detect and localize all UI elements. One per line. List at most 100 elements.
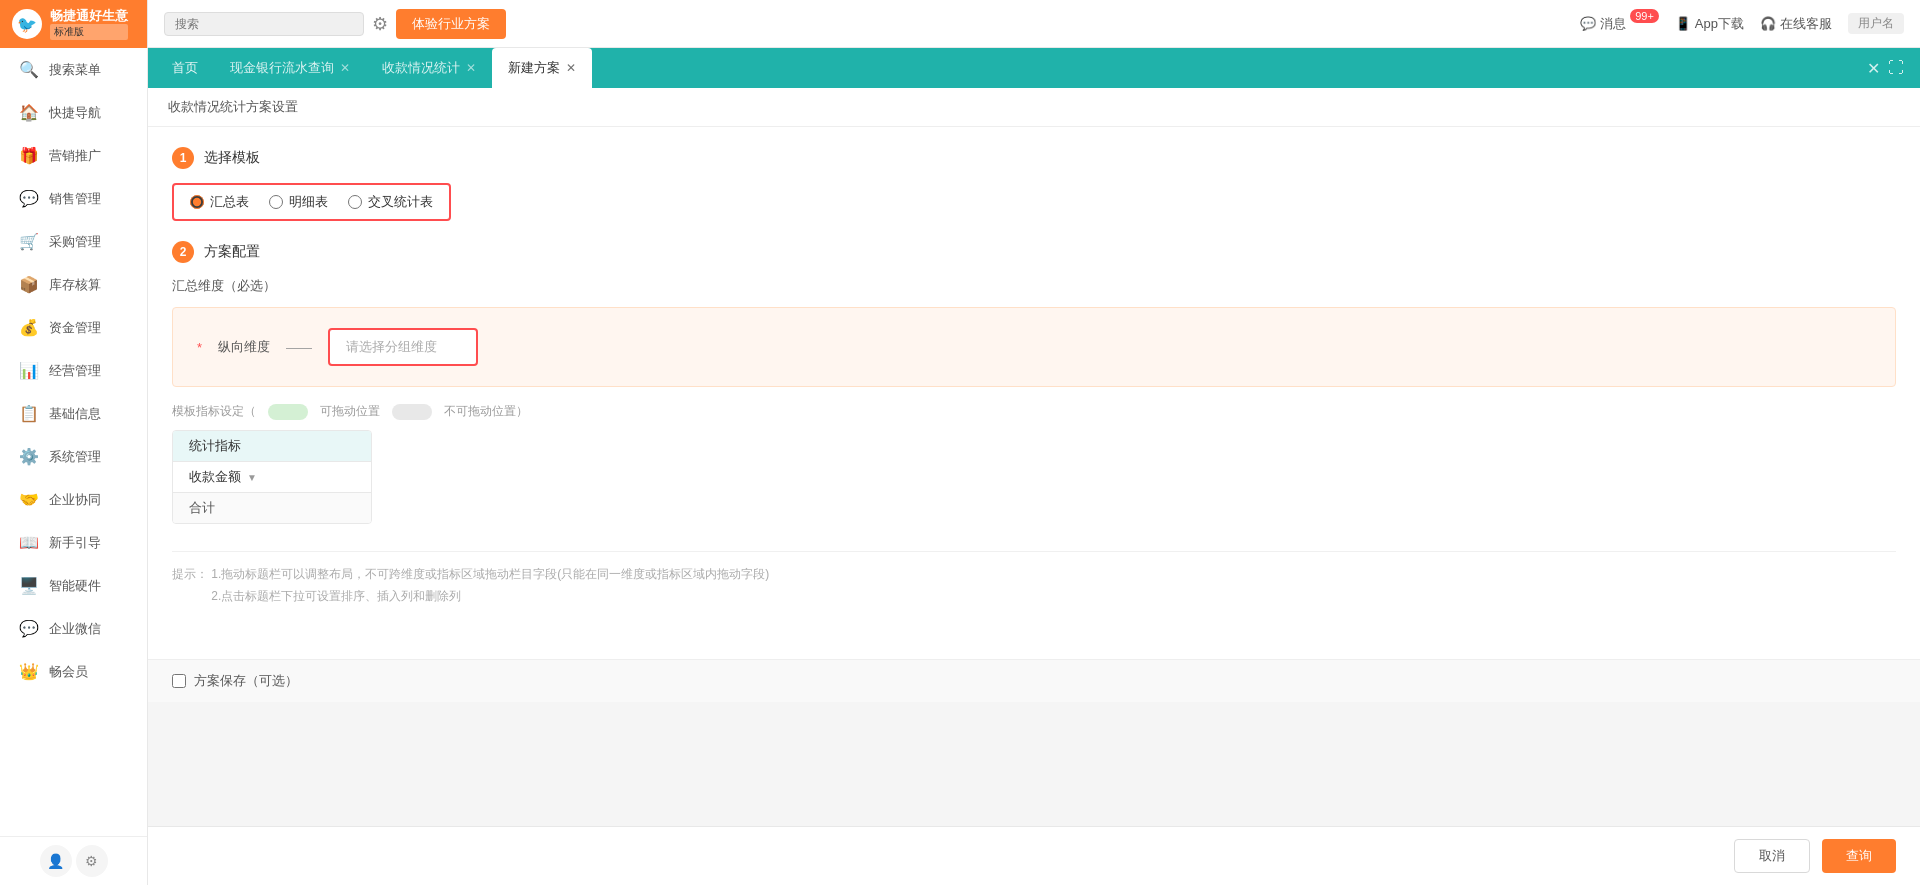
metrics-config-label: 模板指标设定（ [172, 403, 256, 420]
trial-button[interactable]: 体验行业方案 [396, 9, 506, 39]
radio-cross[interactable]: 交叉统计表 [348, 193, 433, 211]
step1-number: 1 [172, 147, 194, 169]
logo-title: 畅捷通好生意 [50, 8, 128, 24]
vip-member-icon: 👑 [19, 662, 39, 681]
radio-summary-label: 汇总表 [210, 193, 249, 211]
dimension-row: * 纵向维度 —— 请选择分组维度 [197, 328, 1871, 366]
sidebar-item-beginner-guide[interactable]: 📖 新手引导 [0, 521, 147, 564]
online-service-action[interactable]: 🎧 在线客服 [1760, 15, 1832, 33]
hint-text-1: 提示： 1.拖动标题栏可以调整布局，不可跨维度或指标区域拖动栏目字段(只能在同一… [172, 564, 1896, 586]
logo-text-area: 畅捷通好生意 标准版 [50, 8, 128, 40]
sidebar-item-label: 新手引导 [49, 534, 101, 552]
step2-header: 2 方案配置 [172, 241, 1896, 263]
hint-content-2: 2.点击标题栏下拉可设置排序、插入列和删除列 [211, 589, 461, 603]
metrics-row-collection: 收款金额 ▼ [173, 461, 371, 492]
tab-bank-flow-label: 现金银行流水查询 [230, 59, 334, 77]
app-download-icon: 📱 [1675, 16, 1691, 31]
sidebar-item-inventory[interactable]: 📦 库存核算 [0, 263, 147, 306]
beginner-guide-icon: 📖 [19, 533, 39, 552]
form-card: 1 选择模板 汇总表 明细表 [148, 127, 1920, 659]
radio-summary-input[interactable] [190, 195, 204, 209]
tab-collection-stats-close[interactable]: ✕ [466, 61, 476, 75]
radio-detail-input[interactable] [269, 195, 283, 209]
tab-new-plan-close[interactable]: ✕ [566, 61, 576, 75]
step2-title: 方案配置 [204, 243, 260, 261]
dimension-select-placeholder: 请选择分组维度 [346, 339, 437, 354]
step1-title: 选择模板 [204, 149, 260, 167]
cancel-button[interactable]: 取消 [1734, 839, 1810, 873]
chevron-down-icon[interactable]: ▼ [247, 472, 257, 483]
vertical-dimension-label: 纵向维度 [218, 338, 270, 356]
tab-bar: 首页 现金银行流水查询 ✕ 收款情况统计 ✕ 新建方案 ✕ ✕ ⛶ [148, 48, 1920, 88]
finance-icon: 💰 [19, 318, 39, 337]
draggable-hint: 模板指标设定（ 可拖动位置 不可拖动位置） [172, 403, 1896, 420]
app-download-action[interactable]: 📱 App下载 [1675, 15, 1744, 33]
sidebar-item-sales[interactable]: 💬 销售管理 [0, 177, 147, 220]
sidebar-item-quick-nav[interactable]: 🏠 快捷导航 [0, 91, 147, 134]
tab-home-label: 首页 [172, 59, 198, 77]
sidebar-footer: 👤 ⚙ [0, 836, 147, 885]
non-draggable-indicator [392, 404, 432, 420]
page-content: 收款情况统计方案设置 1 选择模板 汇总表 [148, 88, 1920, 826]
sidebar-item-enterprise-wechat[interactable]: 💬 企业微信 [0, 607, 147, 650]
search-menu-icon: 🔍 [19, 60, 39, 79]
footer-user-btn[interactable]: 👤 [40, 845, 72, 877]
sales-icon: 💬 [19, 189, 39, 208]
search-input[interactable] [164, 12, 364, 36]
sidebar-item-system[interactable]: ⚙️ 系统管理 [0, 435, 147, 478]
step2-section: 2 方案配置 汇总维度（必选） * 纵向维度 —— 请选择分组维度 [172, 241, 1896, 619]
smart-hardware-icon: 🖥️ [19, 576, 39, 595]
radio-detail[interactable]: 明细表 [269, 193, 328, 211]
summary-dimension-label: 汇总维度（必选） [172, 277, 1896, 295]
radio-cross-label: 交叉统计表 [368, 193, 433, 211]
header-left: ⚙ 体验行业方案 [164, 9, 1564, 39]
footer-settings-btn[interactable]: ⚙ [76, 845, 108, 877]
tab-expand-icon[interactable]: ⛶ [1888, 59, 1904, 77]
save-section: 方案保存（可选） [148, 659, 1920, 702]
dimension-select[interactable]: 请选择分组维度 [328, 328, 478, 366]
draggable-label: 可拖动位置 [320, 403, 380, 420]
radio-summary[interactable]: 汇总表 [190, 193, 249, 211]
sidebar-item-label: 库存核算 [49, 276, 101, 294]
system-icon: ⚙️ [19, 447, 39, 466]
sidebar-item-label: 企业协同 [49, 491, 101, 509]
total-row: 合计 [173, 492, 371, 523]
save-label: 方案保存（可选） [194, 672, 298, 690]
operation-icon: 📊 [19, 361, 39, 380]
sidebar-item-purchase[interactable]: 🛒 采购管理 [0, 220, 147, 263]
sidebar-item-enterprise-collab[interactable]: 🤝 企业协同 [0, 478, 147, 521]
sidebar-item-basic-info[interactable]: 📋 基础信息 [0, 392, 147, 435]
query-button[interactable]: 查询 [1822, 839, 1896, 873]
sidebar-item-marketing[interactable]: 🎁 营销推广 [0, 134, 147, 177]
save-checkbox[interactable] [172, 674, 186, 688]
user-avatar[interactable]: 用户名 [1848, 13, 1904, 34]
settings-icon[interactable]: ⚙ [372, 13, 388, 35]
hint-prefix-2 [172, 589, 208, 603]
radio-detail-label: 明细表 [289, 193, 328, 211]
step1-header: 1 选择模板 [172, 147, 1896, 169]
tab-collection-stats[interactable]: 收款情况统计 ✕ [366, 48, 492, 88]
message-action[interactable]: 💬 消息 99+ [1580, 15, 1659, 33]
sidebar-item-vip-member[interactable]: 👑 畅会员 [0, 650, 147, 693]
tab-home[interactable]: 首页 [156, 48, 214, 88]
sidebar-item-operation[interactable]: 📊 经营管理 [0, 349, 147, 392]
non-draggable-label: 不可拖动位置） [444, 403, 528, 420]
page-title-bar: 收款情况统计方案设置 [148, 88, 1920, 127]
tab-collection-stats-label: 收款情况统计 [382, 59, 460, 77]
tab-bank-flow-close[interactable]: ✕ [340, 61, 350, 75]
sidebar-item-label: 畅会员 [49, 663, 88, 681]
step1-section: 1 选择模板 汇总表 明细表 [172, 147, 1896, 221]
sidebar-item-label: 采购管理 [49, 233, 101, 251]
hint-prefix-1: 提示： [172, 567, 208, 581]
radio-cross-input[interactable] [348, 195, 362, 209]
tab-new-plan[interactable]: 新建方案 ✕ [492, 48, 592, 88]
tab-bank-flow[interactable]: 现金银行流水查询 ✕ [214, 48, 366, 88]
sidebar-item-finance[interactable]: 💰 资金管理 [0, 306, 147, 349]
sidebar-item-search-menu[interactable]: 🔍 搜索菜单 [0, 48, 147, 91]
tab-close-all-icon[interactable]: ✕ [1867, 59, 1880, 78]
message-label: 消息 [1600, 15, 1626, 33]
sidebar-item-label: 资金管理 [49, 319, 101, 337]
sidebar-item-smart-hardware[interactable]: 🖥️ 智能硬件 [0, 564, 147, 607]
enterprise-wechat-icon: 💬 [19, 619, 39, 638]
hint-content-1: 1.拖动标题栏可以调整布局，不可跨维度或指标区域拖动栏目字段(只能在同一维度或指… [211, 567, 769, 581]
